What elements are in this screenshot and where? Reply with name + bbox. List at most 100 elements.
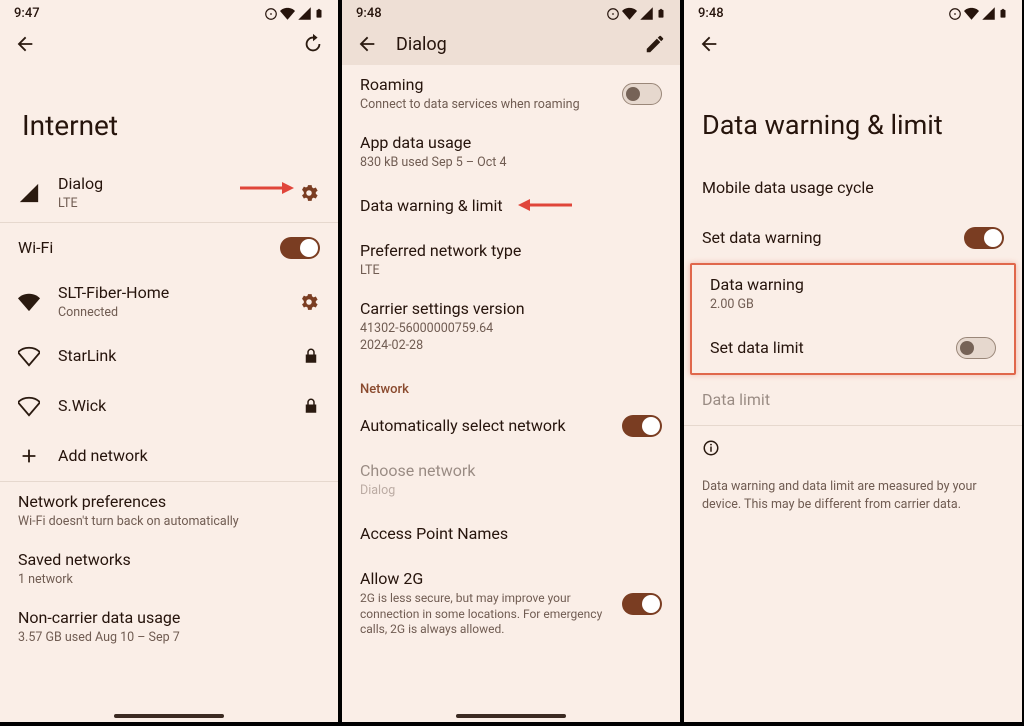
back-icon[interactable] [356,33,378,55]
wifi-network-starlink[interactable]: StarLink [0,331,338,381]
clock: 9:48 [698,6,724,21]
page-title: Data warning & limit [684,65,1022,163]
set-limit-toggle[interactable] [956,337,996,359]
wifi-full-icon [18,291,40,313]
edit-icon[interactable] [644,33,666,55]
gesture-bar [456,714,566,718]
add-network-label: Add network [58,446,320,467]
data-warning-row[interactable]: Data warning 2.00 GB [692,265,1014,323]
csv-sub1: 41302-56000000759.64 [360,321,662,337]
clock: 9:47 [14,6,40,21]
non-carrier-row[interactable]: Non-carrier data usage 3.57 GB used Aug … [0,598,338,656]
prefnet-sub: LTE [360,263,662,279]
allow2g-toggle[interactable] [622,593,662,615]
clock: 9:48 [356,6,382,21]
datawarn-title: Data warning [710,275,996,296]
data-warning-limit-row[interactable]: Data warning & limit [342,181,680,231]
wifi-outline-icon [18,345,40,367]
app-bar: Dialog [342,23,680,65]
screen-internet: 9:47 Internet Dialog LTE [0,0,338,722]
wifi-network-home[interactable]: SLT-Fiber-Home Connected [0,273,338,331]
status-icons [264,6,324,21]
datawarn-sub: 2.00 GB [710,297,996,313]
wifi-starlink: StarLink [58,346,284,367]
choosenet-sub: Dialog [360,483,662,499]
wifi-row[interactable]: Wi-Fi [0,223,338,273]
apn-row[interactable]: Access Point Names [342,509,680,559]
usage-cycle-row[interactable]: Mobile data usage cycle [684,163,1022,213]
page-title: Internet [0,65,338,164]
autonet-toggle[interactable] [622,415,662,437]
carrier-name: Dialog [58,174,280,195]
footnote: Data warning and data limit are measured… [684,470,1022,521]
saved-title: Saved networks [18,550,320,571]
screen-data-warning: 9:48 Data warning & limit Mobile data us… [684,0,1022,722]
back-icon[interactable] [698,33,720,55]
app-usage-row[interactable]: App data usage 830 kB used Sep 5 – Oct 4 [342,123,680,181]
status-icons [948,6,1008,21]
net-prefs-sub: Wi-Fi doesn't turn back on automatically [18,514,320,530]
cycle-title: Mobile data usage cycle [702,178,1004,199]
saved-networks-row[interactable]: Saved networks 1 network [0,540,338,598]
carrier-version-row[interactable]: Carrier settings version 41302-560000007… [342,289,680,364]
choosenet-title: Choose network [360,461,662,482]
allow-2g-row[interactable]: Allow 2G 2G is less secure, but may impr… [342,559,680,648]
lock-icon [302,397,320,415]
signal-icon [18,182,40,204]
appusage-sub: 830 kB used Sep 5 – Oct 4 [360,155,662,171]
reset-icon[interactable] [302,33,324,55]
page-title: Dialog [396,34,447,55]
csv-sub2: 2024-02-28 [360,338,662,354]
status-bar: 9:48 [342,0,680,23]
set-data-limit-row[interactable]: Set data limit [692,323,1014,373]
wifi-toggle[interactable] [280,237,320,259]
wifi-swick: S.Wick [58,396,284,417]
roaming-row[interactable]: Roaming Connect to data services when ro… [342,65,680,123]
data-limit-row: Data limit [684,375,1022,425]
setwarn-title: Set data warning [702,228,946,249]
info-icon-row [684,426,1022,470]
set-data-warning-row[interactable]: Set data warning [684,213,1022,263]
plus-icon [18,445,40,467]
dwl-title: Data warning & limit [360,196,662,217]
auto-select-network-row[interactable]: Automatically select network [342,401,680,451]
prefnet-title: Preferred network type [360,241,662,262]
allow2g-title: Allow 2G [360,569,604,590]
back-icon[interactable] [14,33,36,55]
lock-icon [302,347,320,365]
appusage-title: App data usage [360,133,662,154]
roaming-toggle[interactable] [622,83,662,105]
wifi-label: Wi-Fi [18,238,262,259]
set-warning-toggle[interactable] [964,227,1004,249]
pref-network-row[interactable]: Preferred network type LTE [342,231,680,289]
gear-icon[interactable] [298,291,320,313]
app-bar [684,23,1022,65]
highlight-box: Data warning 2.00 GB Set data limit [690,263,1016,375]
noncarrier-title: Non-carrier data usage [18,608,320,629]
section-network: Network [342,364,680,401]
add-network-row[interactable]: Add network [0,431,338,481]
wifi-home-name: SLT-Fiber-Home [58,283,280,304]
net-prefs-title: Network preferences [18,492,320,513]
roaming-title: Roaming [360,75,604,96]
status-icons [606,6,666,21]
status-bar: 9:47 [0,0,338,23]
screen-dialog: 9:48 Dialog Roaming Connect to data serv… [342,0,680,722]
wifi-network-swick[interactable]: S.Wick [0,381,338,431]
csv-title: Carrier settings version [360,299,662,320]
roaming-sub: Connect to data services when roaming [360,97,604,113]
allow2g-sub: 2G is less secure, but may improve your … [360,591,604,638]
status-bar: 9:48 [684,0,1022,23]
datalimit-title: Data limit [702,390,1004,411]
network-prefs-row[interactable]: Network preferences Wi-Fi doesn't turn b… [0,482,338,540]
wifi-home-sub: Connected [58,305,280,321]
wifi-outline-icon [18,395,40,417]
info-icon [702,439,720,457]
gear-icon[interactable] [298,182,320,204]
noncarrier-sub: 3.57 GB used Aug 10 – Sep 7 [18,630,320,646]
gesture-bar [114,714,224,718]
carrier-row[interactable]: Dialog LTE [0,164,338,222]
saved-sub: 1 network [18,572,320,588]
autonet-title: Automatically select network [360,416,604,437]
app-bar [0,23,338,65]
